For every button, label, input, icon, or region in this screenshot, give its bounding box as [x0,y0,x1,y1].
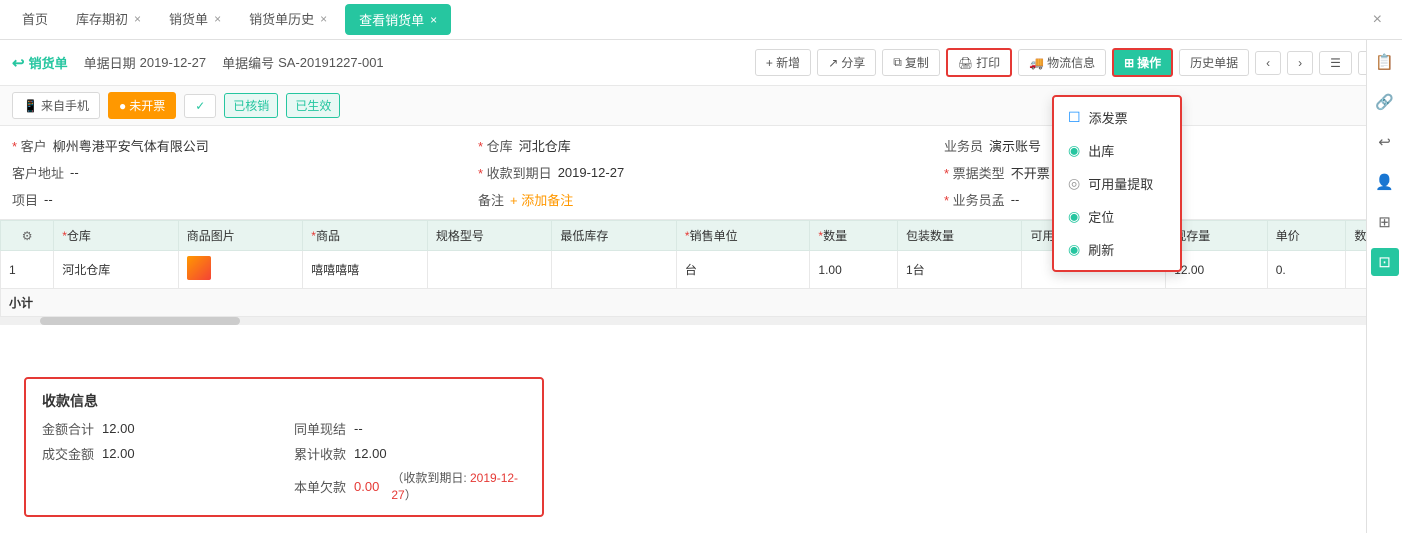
locate-icon: ◉ [1068,208,1080,225]
order-debt-row: 本单欠款 0.00 （收款到期日: 2019-12-27） [294,469,526,503]
sidebar-expand-icon[interactable]: ⊡ [1371,248,1399,276]
summary-title: 收款信息 [42,391,526,411]
logistics-button[interactable]: 🚚 物流信息 [1018,49,1106,76]
new-button[interactable]: + 新增 [755,49,811,76]
payment-date-field: 收款到期日 2019-12-27 [478,163,924,182]
copy-button[interactable]: ⧉ 复制 [882,49,940,76]
add-note-button[interactable]: + 添加备注 [510,190,573,209]
outbound-item[interactable]: ◉ 出库 [1054,134,1180,167]
tab-inventory-init[interactable]: 库存期初 × [62,0,155,40]
available-qty-icon: ◎ [1068,175,1080,192]
add-invoice-item[interactable]: ☐ 添发票 [1054,101,1180,134]
row-no: 1 [1,251,54,289]
truck-icon: 🚚 [1029,56,1044,70]
phone-icon: 📱 [23,99,38,113]
cumulative-payment-row: 累计收款 12.00 [294,444,526,463]
subtotal-label: 小计 [1,289,1402,317]
print-button[interactable]: 🖨 打印 [946,48,1012,77]
sidebar-grid-icon[interactable]: ⊞ [1371,208,1399,236]
outbound-icon: ◉ [1068,142,1080,159]
close-window-button[interactable]: × [1361,11,1394,29]
tab-sales-history[interactable]: 销货单历史 × [235,0,341,40]
pkg-qty-col-header: 包装数量 [897,221,1022,251]
note-field: 备注 + 添加备注 [478,190,924,209]
address-field: 客户地址 -- [12,163,458,182]
spec-col-header: 规格型号 [427,221,552,251]
tab-close-inventory[interactable]: × [134,12,141,26]
nav-prev-button[interactable]: ‹ [1255,51,1281,75]
view-mode-list[interactable]: ☰ [1319,51,1352,75]
tab-close-history[interactable]: × [320,12,327,26]
project-field: 项目 -- [12,190,458,209]
sidebar-link-icon[interactable]: 🔗 [1371,88,1399,116]
tab-view-sales-order[interactable]: 查看销货单 × [345,4,451,35]
row-warehouse: 河北仓库 [54,251,179,289]
sidebar-undo-icon[interactable]: ↩ [1371,128,1399,156]
img-col-header: 商品图片 [178,221,303,251]
doc-actions: + 新增 ↗ 分享 ⧉ 复制 🖨 打印 🚚 物流信息 [755,48,1390,77]
same-order-settle-row: 同单现结 -- [294,419,526,438]
grid-icon: ⊞ [1124,56,1134,70]
share-icon: ↗ [828,56,838,70]
min-stock-col-header: 最低库存 [552,221,677,251]
row-min-stock [552,251,677,289]
check-icon: ✓ [195,99,205,113]
table-row: 1 河北仓库 嘻嘻嘻嘻 台 1.00 1台 12.00 0. [1,251,1402,289]
warehouse-col-header: *仓库 [54,221,179,251]
tab-close-view[interactable]: × [430,13,437,27]
tab-sales-order[interactable]: 销货单 × [155,0,235,40]
row-img [178,251,303,289]
nav-next-button[interactable]: › [1287,51,1313,75]
customer-field: 客户 柳州粤港平安气体有限公司 [12,136,458,155]
warehouse-field: 仓库 河北仓库 [478,136,924,155]
dot-orange-icon: ● [119,99,126,113]
right-sidebar: 📋 🔗 ↩ 👤 ⊞ ⊡ [1366,40,1402,533]
total-amount-row: 金额合计 12.00 [42,419,274,438]
tab-home[interactable]: 首页 [8,0,62,40]
refresh-item[interactable]: ◉ 刷新 [1054,233,1180,266]
row-product: 嘻嘻嘻嘻 [303,251,428,289]
payment-summary: 收款信息 金额合计 12.00 成交金额 12.00 [24,377,544,517]
qty-col-header: *数量 [810,221,898,251]
row-pkg-qty: 1台 [897,251,1022,289]
refresh-icon: ◉ [1068,241,1080,258]
tab-close-sales[interactable]: × [214,12,221,26]
subtotal-row: 小计 [1,289,1402,317]
doc-type-badge: ↩ 销货单 [12,53,68,72]
price-col-header: 单价 [1267,221,1346,251]
doc-meta: 单据日期 2019-12-27 单据编号 SA-20191227-001 [84,53,384,72]
share-button[interactable]: ↗ 分享 [817,49,876,76]
unit-col-header: *销售单位 [676,221,810,251]
already-effective-label: 已生效 [286,93,340,118]
product-col-header: *商品 [303,221,428,251]
row-price: 0. [1267,251,1346,289]
copy-icon: ⧉ [893,55,902,70]
print-icon: 🖨 [958,56,973,70]
row-unit: 台 [676,251,810,289]
from-phone-button[interactable]: 📱 来自手机 [12,92,100,119]
deal-amount-row: 成交金额 12.00 [42,444,274,463]
history-records-button[interactable]: 历史单据 [1179,49,1249,76]
not-opened-button[interactable]: ● 未开票 [108,92,176,119]
locate-item[interactable]: ◉ 定位 [1054,200,1180,233]
row-qty: 1.00 [810,251,898,289]
settings-col-header: ⚙ [1,221,54,251]
product-table: ⚙ *仓库 商品图片 *商品 规格型号 最低库存 *销售单位 *数量 包装数量 … [0,220,1402,369]
already-sold-label: 已核销 [224,93,278,118]
operations-button[interactable]: ⊞ 操作 [1112,48,1173,77]
sidebar-clipboard-icon[interactable]: 📋 [1371,48,1399,76]
invoice-icon: ☐ [1068,109,1081,126]
row-spec [427,251,552,289]
operations-dropdown: ☐ 添发票 ◉ 出库 ◎ 可用量提取 ◉ 定位 ◉ 刷新 [1052,95,1182,272]
confirm-check-button[interactable]: ✓ [184,94,216,118]
available-qty-item[interactable]: ◎ 可用量提取 [1054,167,1180,200]
sidebar-user-icon[interactable]: 👤 [1371,168,1399,196]
